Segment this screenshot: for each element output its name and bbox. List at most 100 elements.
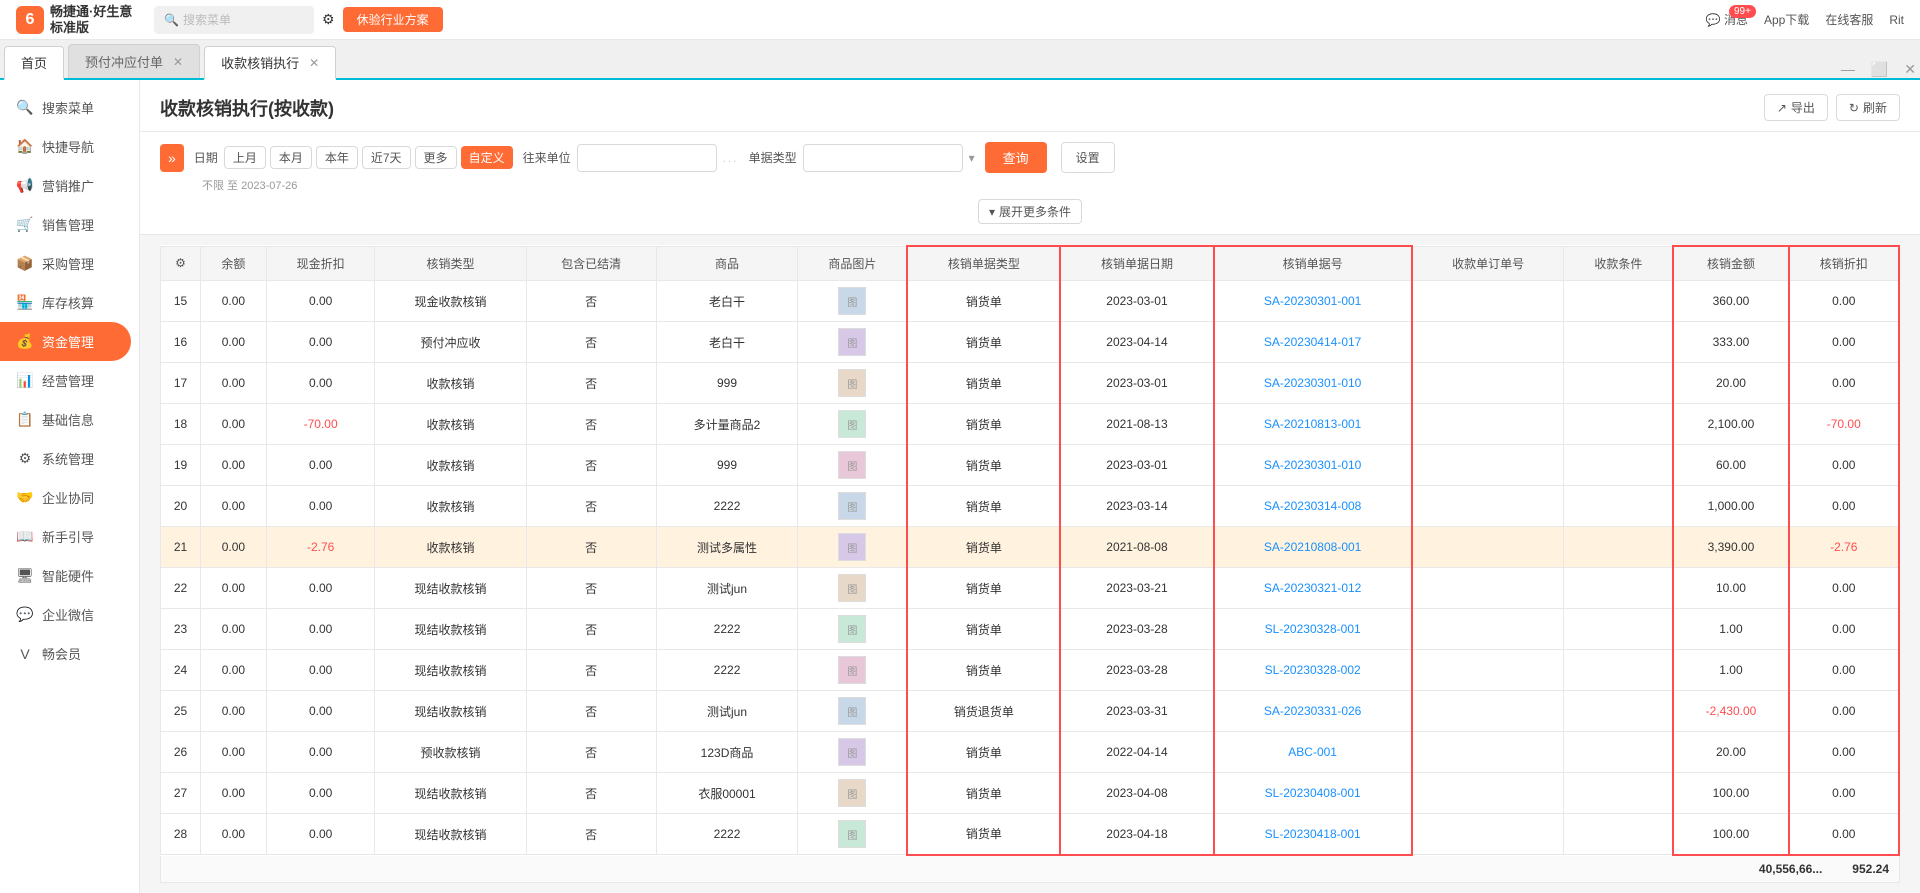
cell-row-num: 17: [161, 363, 201, 404]
cell-cancel-order-no[interactable]: SA-20230301-010: [1214, 445, 1412, 486]
sidebar-item-finance[interactable]: 💰 资金管理: [0, 322, 131, 361]
tab-collection[interactable]: 收款核销执行 ✕: [204, 46, 336, 80]
date-btn-this-year[interactable]: 本年: [316, 146, 358, 169]
cell-cancel-order-no[interactable]: SA-20230414-017: [1214, 322, 1412, 363]
sidebar-item-operations[interactable]: 📊 经营管理: [0, 361, 139, 400]
sidebar-item-basic-info[interactable]: 📋 基础信息: [0, 400, 139, 439]
sidebar-item-sales[interactable]: 🛒 销售管理: [0, 205, 139, 244]
cell-goods: 2222: [656, 650, 798, 691]
date-custom-button[interactable]: 自定义: [461, 146, 513, 169]
cell-receipt-order-no: [1412, 363, 1564, 404]
sidebar-item-smart-hw[interactable]: 🖥 智能硬件: [0, 556, 139, 595]
sidebar-item-guide[interactable]: 📖 新手引导: [0, 517, 139, 556]
window-controls: — ⬜ ✕: [1837, 61, 1920, 78]
cell-receipt-condition: [1564, 650, 1673, 691]
cell-cancel-order-no[interactable]: SL-20230408-001: [1214, 773, 1412, 814]
export-icon: ↗: [1777, 101, 1787, 115]
cell-cancel-discount: 0.00: [1789, 814, 1899, 855]
date-btn-this-month[interactable]: 本月: [270, 146, 312, 169]
top-search-box: 🔍 搜索菜单: [154, 6, 314, 34]
sidebar-item-purchase[interactable]: 📦 采购管理: [0, 244, 139, 283]
window-close-icon[interactable]: ✕: [1900, 61, 1920, 78]
cell-cancel-amount: 1.00: [1673, 650, 1788, 691]
cell-receipt-condition: [1564, 568, 1673, 609]
member-icon: V: [16, 646, 34, 662]
sidebar-label-search: 搜索菜单: [42, 98, 94, 117]
refresh-button[interactable]: ↻ 刷新: [1836, 94, 1900, 121]
sidebar-item-search[interactable]: 🔍 搜索菜单: [0, 88, 139, 127]
cell-balance: 0.00: [201, 281, 267, 322]
cell-cash-discount: 0.00: [266, 814, 375, 855]
user-info[interactable]: Rit: [1889, 13, 1904, 27]
order-type-dropdown-icon[interactable]: ▾: [969, 151, 975, 165]
cell-row-num: 26: [161, 732, 201, 773]
cell-cancel-order-no[interactable]: SA-20230301-010: [1214, 363, 1412, 404]
messages-badge[interactable]: 💬 消息 99+: [1706, 11, 1748, 28]
cell-include-cleared: 否: [526, 486, 656, 527]
date-btn-last-month[interactable]: 上月: [224, 146, 266, 169]
cell-goods: 衣服00001: [656, 773, 798, 814]
window-minimize-icon[interactable]: —: [1837, 61, 1859, 78]
query-button[interactable]: 查询: [985, 142, 1047, 173]
table-settings-button[interactable]: 设置: [1061, 142, 1115, 173]
partner-input[interactable]: [577, 144, 717, 172]
cell-cancel-order-no[interactable]: SL-20230328-001: [1214, 609, 1412, 650]
settings-gear-icon[interactable]: ⚙: [322, 11, 335, 28]
cell-cancel-amount: 60.00: [1673, 445, 1788, 486]
th-settings[interactable]: ⚙: [161, 246, 201, 281]
tab-collection-close-icon[interactable]: ✕: [309, 56, 319, 70]
cell-goods: 2222: [656, 814, 798, 855]
cell-cancel-type: 现结收款核销: [375, 814, 526, 855]
table-row: 19 0.00 0.00 收款核销 否 999 图 销货单 2023-03-01…: [161, 445, 1900, 486]
cell-cancel-order-no[interactable]: SA-20210813-001: [1214, 404, 1412, 445]
cell-row-num: 21: [161, 527, 201, 568]
app-download-link[interactable]: App下载: [1764, 11, 1809, 28]
top-bar: 6 畅捷通·好生意 标准版 🔍 搜索菜单 ⚙ 休验行业方案 💬 消息 99+ A…: [0, 0, 1920, 40]
window-maximize-icon[interactable]: ⬜: [1867, 61, 1892, 78]
sidebar-item-quick-nav[interactable]: 🏠 快捷导航: [0, 127, 139, 166]
sidebar-item-wechat[interactable]: 💬 企业微信: [0, 595, 139, 634]
tab-collection-label: 收款核销执行: [221, 53, 299, 72]
cell-cancel-order-no[interactable]: SA-20230331-026: [1214, 691, 1412, 732]
export-button[interactable]: ↗ 导出: [1764, 94, 1828, 121]
cell-cancel-order-no[interactable]: SL-20230328-002: [1214, 650, 1412, 691]
sidebar-item-member[interactable]: V 畅会员: [0, 634, 139, 673]
sidebar-item-system[interactable]: ⚙ 系统管理: [0, 439, 139, 478]
cell-cancel-discount: 0.00: [1789, 732, 1899, 773]
expand-conditions-button[interactable]: ▾ 展开更多条件: [978, 199, 1082, 224]
cell-cancel-order-no[interactable]: SA-20210808-001: [1214, 527, 1412, 568]
th-cancel-discount: 核销折扣: [1789, 246, 1899, 281]
sidebar-item-enterprise[interactable]: 🤝 企业协同: [0, 478, 139, 517]
date-btn-more[interactable]: 更多: [415, 146, 457, 169]
operations-icon: 📊: [16, 372, 34, 389]
cell-include-cleared: 否: [526, 404, 656, 445]
tab-prepay[interactable]: 预付冲应付单 ✕: [68, 44, 200, 78]
collapse-sidebar-button[interactable]: »: [160, 144, 184, 172]
cell-receipt-order-no: [1412, 281, 1564, 322]
sidebar-item-inventory[interactable]: 🏪 库存核算: [0, 283, 139, 322]
cell-cancel-order-no[interactable]: SL-20230418-001: [1214, 814, 1412, 855]
sidebar-label-inventory: 库存核算: [42, 293, 94, 312]
date-btn-7days[interactable]: 近7天: [362, 146, 411, 169]
partner-dots: ...: [723, 151, 739, 165]
cell-balance: 0.00: [201, 486, 267, 527]
tab-home[interactable]: 首页: [4, 46, 64, 80]
sidebar-item-marketing[interactable]: 📢 营销推广: [0, 166, 139, 205]
sidebar-label-guide: 新手引导: [42, 527, 94, 546]
cell-cancel-discount: 0.00: [1789, 363, 1899, 404]
logo-icon: 6: [16, 6, 44, 34]
cell-cancel-order-no[interactable]: SA-20230301-001: [1214, 281, 1412, 322]
table-row: 25 0.00 0.00 现结收款核销 否 测试jun 图 销货退货单 2023…: [161, 691, 1900, 732]
cell-receipt-condition: [1564, 691, 1673, 732]
sidebar-label-operations: 经营管理: [42, 371, 94, 390]
tab-prepay-close-icon[interactable]: ✕: [173, 55, 183, 69]
cell-cancel-order-no[interactable]: SA-20230314-008: [1214, 486, 1412, 527]
cell-cancel-discount: 0.00: [1789, 773, 1899, 814]
cell-cancel-order-no[interactable]: SA-20230321-012: [1214, 568, 1412, 609]
cell-cancel-order-no[interactable]: ABC-001: [1214, 732, 1412, 773]
order-type-input[interactable]: [803, 144, 963, 172]
industry-btn[interactable]: 休验行业方案: [343, 7, 443, 32]
cell-cancel-order-date: 2023-03-14: [1060, 486, 1213, 527]
cell-cancel-order-type: 销货单: [907, 527, 1060, 568]
online-service-link[interactable]: 在线客服: [1825, 11, 1873, 28]
